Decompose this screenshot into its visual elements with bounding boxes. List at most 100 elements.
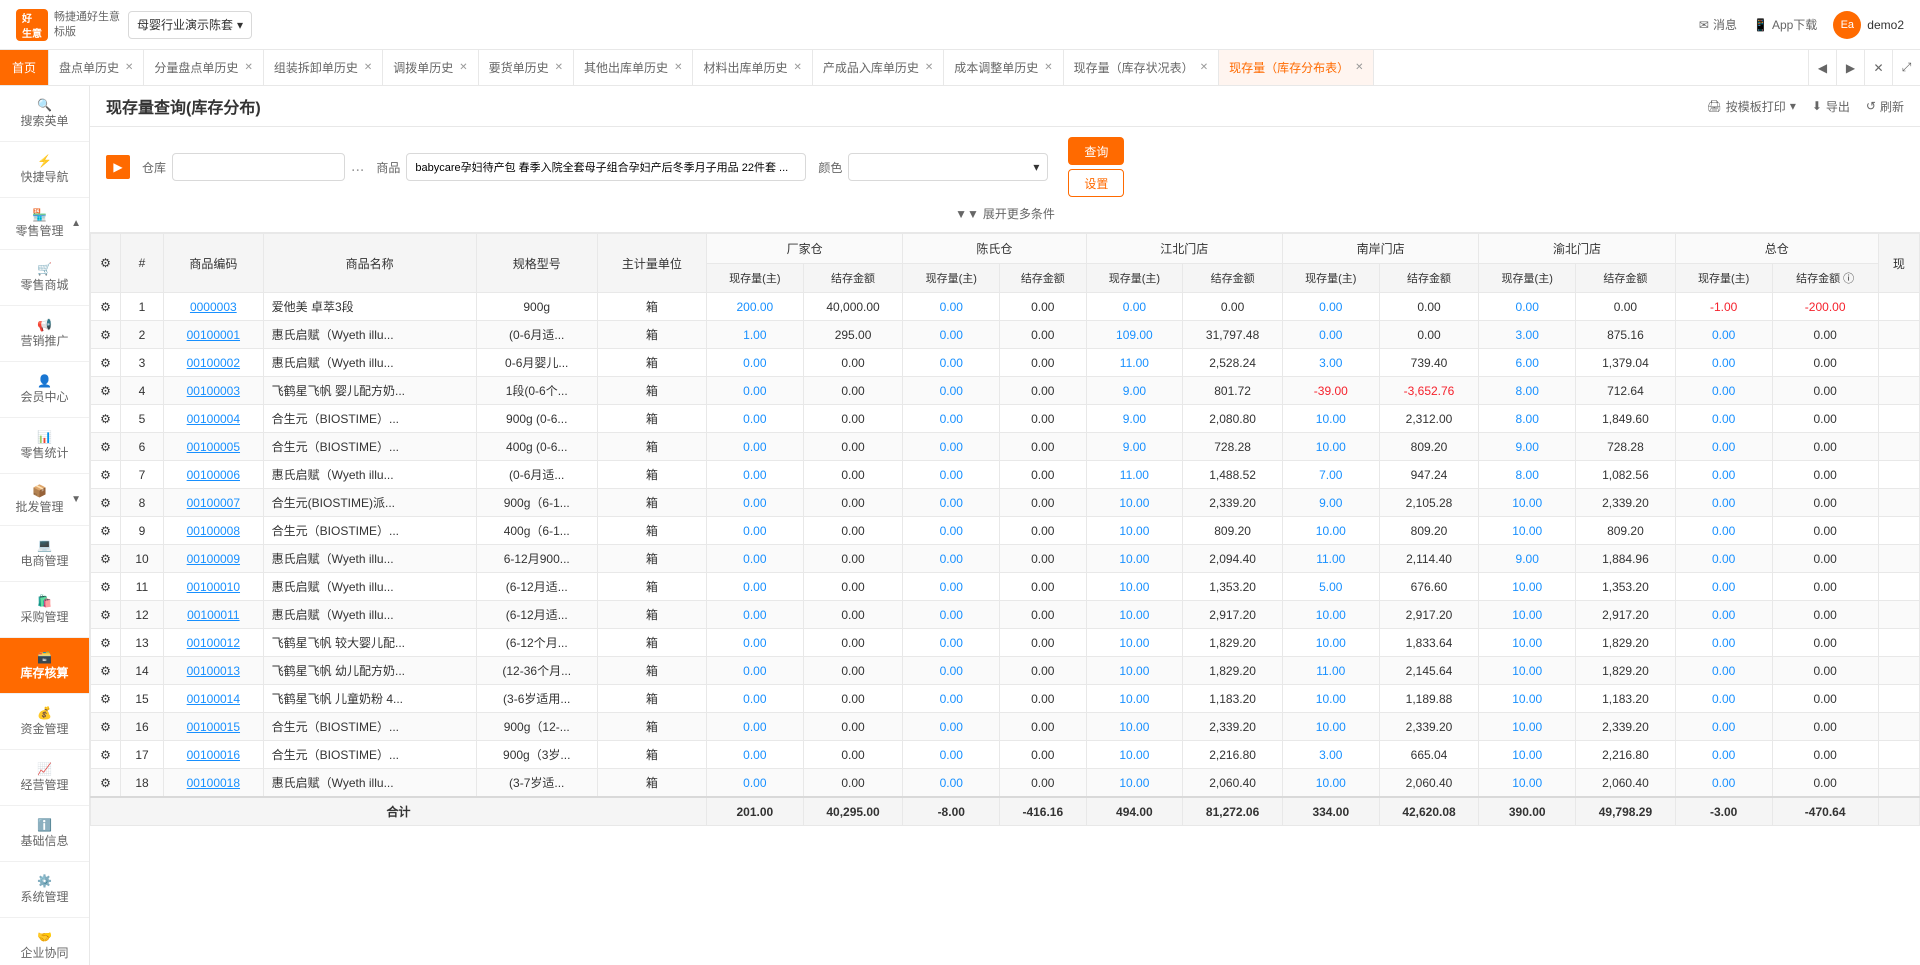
sidebar-item-retail[interactable]: 🏪 零售管理 ▲ [0,198,89,250]
sidebar-item-inventory[interactable]: 🗃️ 库存核算 [0,638,89,694]
product-input[interactable] [406,153,806,181]
row-settings[interactable]: ⚙ [91,573,121,601]
tab-next-btn[interactable]: ▶ [1836,50,1864,86]
sidebar-item-ecommerce[interactable]: 💻 电商管理 [0,526,89,582]
tab-materialout-close[interactable]: ✕ [793,62,801,73]
total-cs-stock: -8.00 [903,797,1000,826]
row-settings[interactable]: ⚙ [91,685,121,713]
print-btn[interactable]: 🖨 按模板打印 ▾ [1707,98,1796,115]
row-cur [1878,629,1919,657]
message-btn[interactable]: ✉ 消息 [1699,16,1737,33]
tab-stockdist-close[interactable]: ✕ [1355,62,1363,73]
sidebar-item-marketing[interactable]: 📢 营销推广 [0,306,89,362]
row-fc-amount: 0.00 [803,545,903,573]
row-cur [1878,573,1919,601]
row-na-stock: 7.00 [1282,461,1379,489]
tab-costadjust[interactable]: 成本调整单历史 ✕ [944,50,1063,86]
tab-assemble[interactable]: 组装拆卸单历史 ✕ [264,50,383,86]
tab-stockstatus-close[interactable]: ✕ [1200,62,1208,73]
row-unit: 箱 [597,769,706,798]
expand-icon: ▼▼ [955,207,979,221]
tab-stockdist[interactable]: 现存量（库存分布表） ✕ [1219,50,1374,86]
row-settings[interactable]: ⚙ [91,545,121,573]
tab-home[interactable]: 首页 [0,50,49,86]
tab-transfer-close[interactable]: ✕ [459,62,467,73]
sidebar-item-operations[interactable]: 📈 经营管理 [0,750,89,806]
row-jb-amount: 1,829.20 [1183,657,1283,685]
row-cs-amount: 0.00 [1000,321,1086,349]
row-jb-amount: 1,488.52 [1183,461,1283,489]
row-settings[interactable]: ⚙ [91,517,121,545]
row-settings[interactable]: ⚙ [91,377,121,405]
row-code: 00100008 [163,517,263,545]
row-jb-amount: 801.72 [1183,377,1283,405]
tab-productin-close[interactable]: ✕ [925,62,933,73]
row-settings[interactable]: ⚙ [91,601,121,629]
row-zc-amount: 0.00 [1772,461,1878,489]
sidebar-item-quicknav[interactable]: ⚡ 快捷导航 [0,142,89,198]
refresh-btn[interactable]: ↺ 刷新 [1866,98,1904,115]
tab-assemble-close[interactable]: ✕ [364,62,372,73]
tab-requisition[interactable]: 要货单历史 ✕ [479,50,574,86]
tab-splitstock[interactable]: 分量盘点单历史 ✕ [144,50,263,86]
user-area[interactable]: Ea demo2 [1833,11,1904,39]
warehouse-input[interactable] [172,153,345,181]
inventory-icon: 🗃️ [8,650,81,664]
sidebar-item-retailstat[interactable]: 📊 零售统计 [0,418,89,474]
row-settings[interactable]: ⚙ [91,321,121,349]
row-settings[interactable]: ⚙ [91,461,121,489]
row-num: 14 [121,657,164,685]
sidebar-item-retailshop[interactable]: 🛒 零售商城 [0,250,89,306]
expand-btn[interactable]: ▼▼ 展开更多条件 [955,205,1055,222]
warehouse-dots[interactable]: ... [351,158,364,176]
tab-otherout[interactable]: 其他出库单历史 ✕ [574,50,693,86]
settings-btn[interactable]: 设置 [1068,169,1124,197]
color-filter: 颜色 ▾ [818,153,1048,181]
sidebar-item-finance[interactable]: 💰 资金管理 [0,694,89,750]
row-settings[interactable]: ⚙ [91,405,121,433]
tab-requisition-close[interactable]: ✕ [555,62,563,73]
tab-splitstock-close[interactable]: ✕ [244,62,252,73]
color-select[interactable]: ▾ [848,153,1048,181]
tab-stockstatus[interactable]: 现存量（库存状况表） ✕ [1064,50,1219,86]
row-settings[interactable]: ⚙ [91,657,121,685]
row-settings[interactable]: ⚙ [91,349,121,377]
sidebar-item-basic[interactable]: ℹ️ 基础信息 [0,806,89,862]
tab-productin[interactable]: 产成品入库单历史 ✕ [813,50,944,86]
tab-otherout-close[interactable]: ✕ [674,62,682,73]
sidebar-item-system[interactable]: ⚙️ 系统管理 [0,862,89,918]
sidebar-item-wholesale[interactable]: 📦 批发管理 ▼ [0,474,89,526]
tab-stocklist[interactable]: 盘点单历史 ✕ [49,50,144,86]
query-btn[interactable]: 查询 [1068,137,1124,165]
row-settings[interactable]: ⚙ [91,741,121,769]
tab-materialout[interactable]: 材料出库单历史 ✕ [693,50,812,86]
tab-stocklist-close[interactable]: ✕ [125,62,133,73]
row-num: 4 [121,377,164,405]
sidebar-item-search[interactable]: 🔍 搜索英单 [0,86,89,142]
sidebar-item-purchase[interactable]: 🛍️ 采购管理 [0,582,89,638]
row-zc-stock: 0.00 [1675,321,1772,349]
filter-collapse-btn[interactable]: ▶ [106,155,130,179]
row-settings[interactable]: ⚙ [91,629,121,657]
row-settings[interactable]: ⚙ [91,769,121,798]
row-cs-stock: 0.00 [903,433,1000,461]
row-settings[interactable]: ⚙ [91,489,121,517]
tab-close-btn[interactable]: ✕ [1864,50,1892,86]
row-spec: 1段(0-6个... [476,377,597,405]
row-unit: 箱 [597,545,706,573]
row-code: 00100006 [163,461,263,489]
sidebar-item-enterprise[interactable]: 🤝 企业协同 [0,918,89,965]
tab-costadjust-close[interactable]: ✕ [1044,62,1052,73]
row-settings[interactable]: ⚙ [91,433,121,461]
export-btn[interactable]: ⬇ 导出 [1812,98,1850,115]
app-download-btn[interactable]: 📱 App下载 [1753,16,1817,33]
page-header: 现存量查询(库存分布) 🖨 按模板打印 ▾ ⬇ 导出 ↺ 刷新 [90,86,1920,127]
sidebar-item-member[interactable]: 👤 会员中心 [0,362,89,418]
row-settings[interactable]: ⚙ [91,293,121,321]
row-settings[interactable]: ⚙ [91,713,121,741]
tab-expand-btn[interactable]: ⤢ [1892,50,1920,86]
tab-transfer[interactable]: 调拨单历史 ✕ [383,50,478,86]
row-na-amount: 809.20 [1379,517,1479,545]
industry-selector[interactable]: 母婴行业演示陈套 ▾ [128,11,252,39]
tab-prev-btn[interactable]: ◀ [1808,50,1836,86]
